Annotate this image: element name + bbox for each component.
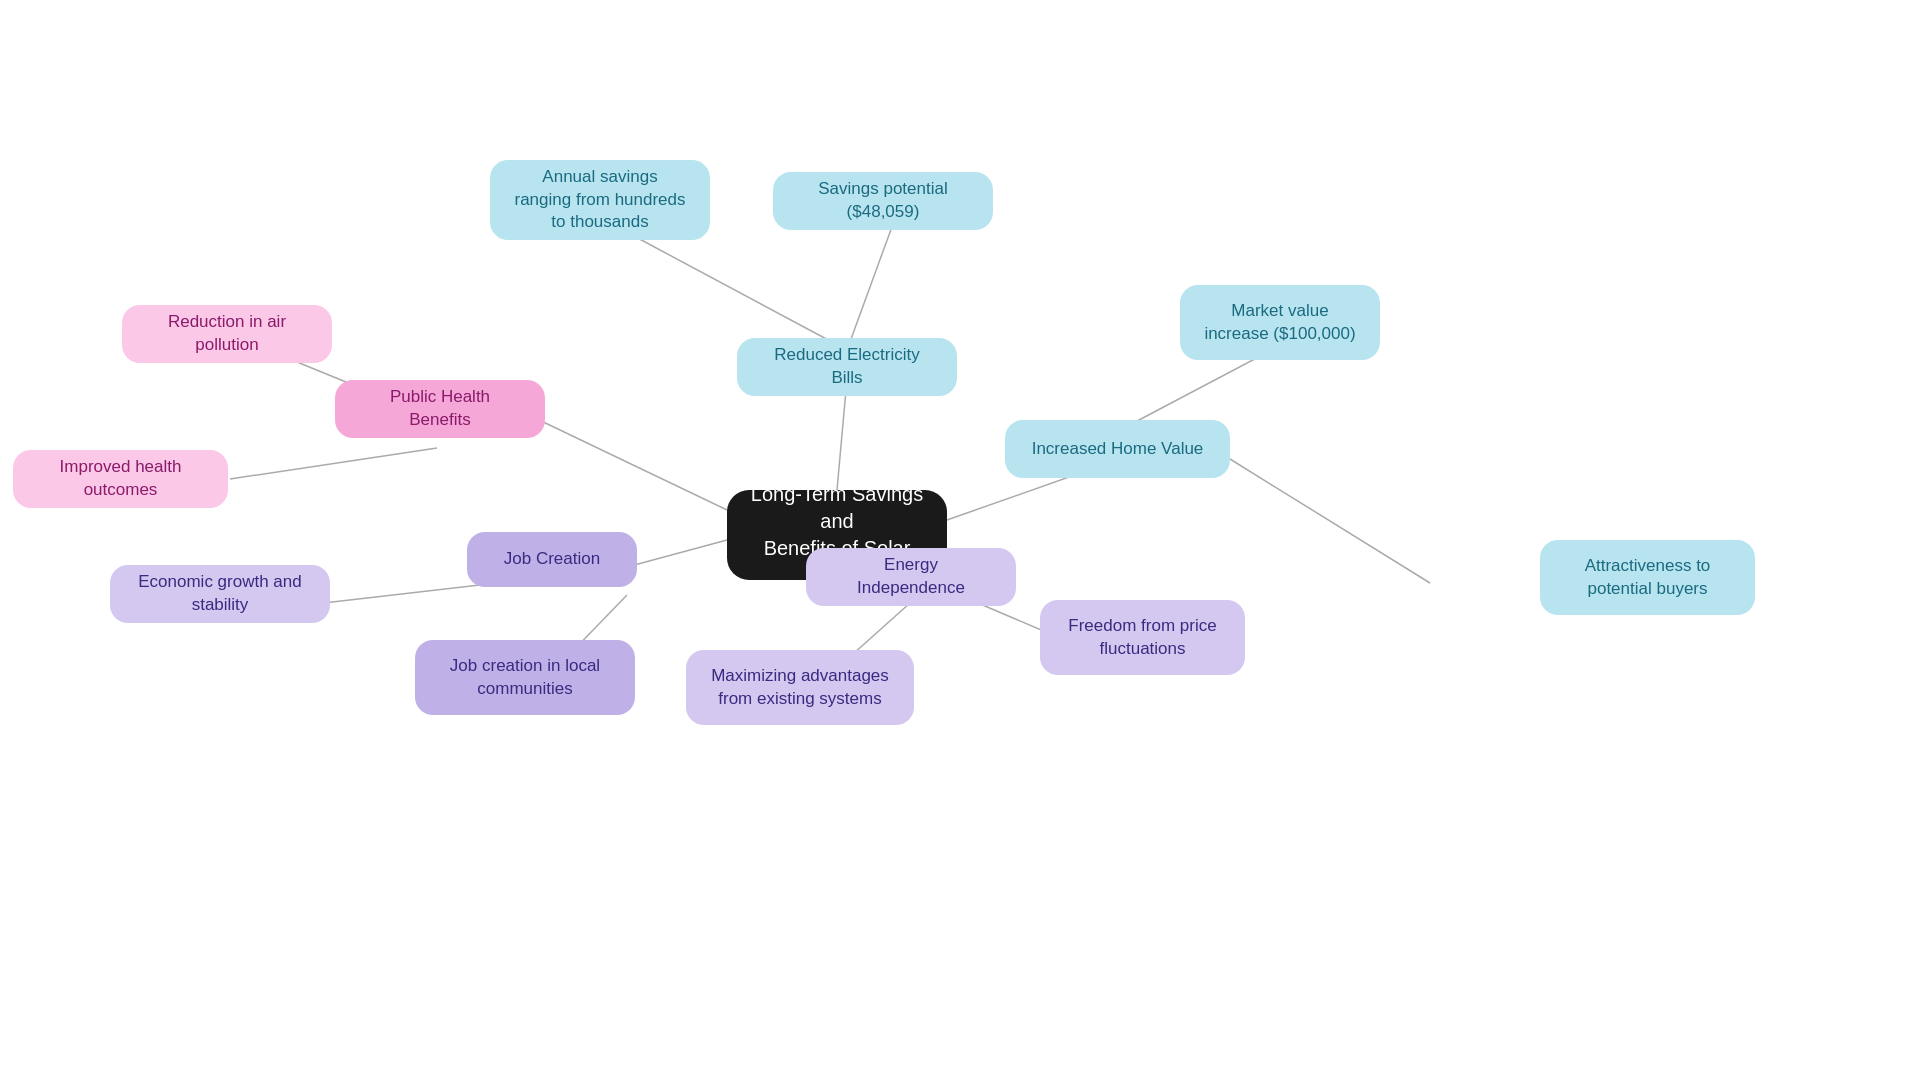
increased-home-label: Increased Home Value (1032, 438, 1204, 461)
svg-line-2 (537, 419, 727, 510)
market-value-node: Market value increase ($100,000) (1180, 285, 1380, 360)
economic-growth-label: Economic growth and stability (132, 571, 308, 617)
svg-line-10 (230, 448, 437, 479)
reduced-bills-label: Reduced Electricity Bills (759, 344, 935, 390)
increased-home-node: Increased Home Value (1005, 420, 1230, 478)
svg-line-8 (1230, 459, 1430, 583)
freedom-price-node: Freedom from price fluctuations (1040, 600, 1245, 675)
svg-line-3 (627, 540, 727, 567)
market-value-label: Market value increase ($100,000) (1202, 300, 1358, 346)
reduced-bills-node: Reduced Electricity Bills (737, 338, 957, 396)
job-creation-label: Job Creation (504, 548, 600, 571)
public-health-label: Public Health Benefits (357, 386, 523, 432)
job-local-label: Job creation in local communities (437, 655, 613, 701)
economic-growth-node: Economic growth and stability (110, 565, 330, 623)
health-outcomes-node: Improved health outcomes (13, 450, 228, 508)
air-pollution-label: Reduction in air pollution (144, 311, 310, 357)
job-local-node: Job creation in local communities (415, 640, 635, 715)
attractiveness-label: Attractiveness to potential buyers (1562, 555, 1733, 601)
annual-savings-node: Annual savings ranging from hundreds to … (490, 160, 710, 240)
savings-potential-label: Savings potential ($48,059) (795, 178, 971, 224)
maximizing-label: Maximizing advantages from existing syst… (708, 665, 892, 711)
air-pollution-node: Reduction in air pollution (122, 305, 332, 363)
job-creation-node: Job Creation (467, 532, 637, 587)
public-health-node: Public Health Benefits (335, 380, 545, 438)
maximizing-node: Maximizing advantages from existing syst… (686, 650, 914, 725)
freedom-price-label: Freedom from price fluctuations (1062, 615, 1223, 661)
savings-potential-node: Savings potential ($48,059) (773, 172, 993, 230)
energy-independence-node: Energy Independence (806, 548, 1016, 606)
svg-line-5 (632, 235, 847, 350)
attractiveness-node: Attractiveness to potential buyers (1540, 540, 1755, 615)
health-outcomes-label: Improved health outcomes (35, 456, 206, 502)
annual-savings-label: Annual savings ranging from hundreds to … (512, 166, 688, 235)
energy-independence-label: Energy Independence (828, 554, 994, 600)
svg-line-6 (847, 224, 893, 350)
